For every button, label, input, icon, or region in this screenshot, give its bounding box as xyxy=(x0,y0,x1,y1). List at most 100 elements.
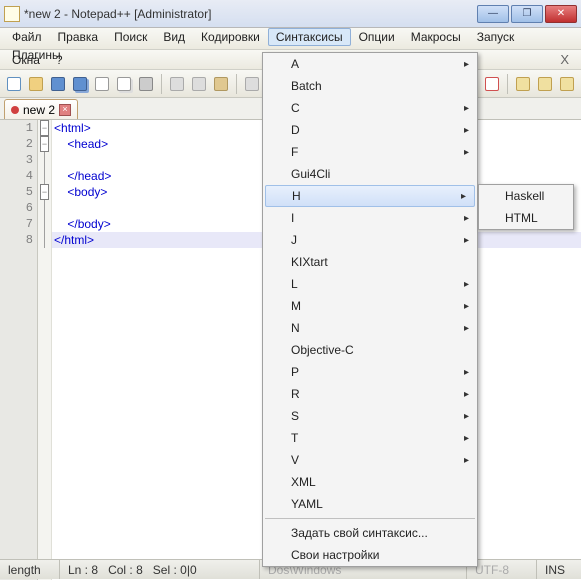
line-number: 7 xyxy=(0,216,37,232)
close-all-icon[interactable] xyxy=(114,74,134,94)
chevron-right-icon: ▸ xyxy=(464,103,469,114)
line-number: 4 xyxy=(0,168,37,184)
chevron-right-icon: ▸ xyxy=(464,367,469,378)
chevron-right-icon: ▸ xyxy=(464,59,469,70)
menu-windows[interactable]: Окна xyxy=(4,51,48,69)
minimize-button[interactable]: — xyxy=(477,5,509,23)
save-icon[interactable] xyxy=(48,74,68,94)
chevron-right-icon: ▸ xyxy=(464,411,469,422)
syntax-item-t[interactable]: T▸ xyxy=(263,427,477,449)
menu-view[interactable]: Вид xyxy=(155,28,193,46)
close-file-icon[interactable] xyxy=(92,74,112,94)
save-all-icon[interactable] xyxy=(70,74,90,94)
syntax-item-v[interactable]: V▸ xyxy=(263,449,477,471)
tab-close-icon[interactable]: × xyxy=(59,104,71,116)
line-number: 6 xyxy=(0,200,37,216)
menu-search[interactable]: Поиск xyxy=(106,28,155,46)
syntax-item-i[interactable]: I▸ xyxy=(263,207,477,229)
menubar: Файл Правка Поиск Вид Кодировки Синтакси… xyxy=(0,28,581,50)
undo-icon[interactable] xyxy=(242,74,262,94)
syntax-item-xml[interactable]: XML xyxy=(263,471,477,493)
syntax-dropdown: A▸ Batch C▸ D▸ F▸ Gui4Cli H▸ I▸ J▸ KIXta… xyxy=(262,52,478,567)
chevron-right-icon: ▸ xyxy=(464,235,469,246)
chevron-right-icon: ▸ xyxy=(464,147,469,158)
line-number-gutter: 1 2 3 4 5 6 7 8 xyxy=(0,120,38,580)
fold-line xyxy=(44,216,45,232)
cut-icon[interactable] xyxy=(167,74,187,94)
copy-icon[interactable] xyxy=(189,74,209,94)
menu-file[interactable]: Файл xyxy=(4,28,50,46)
syntax-item-l[interactable]: L▸ xyxy=(263,273,477,295)
syntax-item-r[interactable]: R▸ xyxy=(263,383,477,405)
syntax-h-submenu: Haskell HTML xyxy=(478,184,574,230)
menubar-close-x[interactable]: X xyxy=(552,52,577,67)
syntax-item-m[interactable]: M▸ xyxy=(263,295,477,317)
menu-options[interactable]: Опции xyxy=(351,28,403,46)
app-icon xyxy=(4,6,20,22)
syntax-item-yaml[interactable]: YAML xyxy=(263,493,477,515)
fold-line xyxy=(44,200,45,216)
window-title: *new 2 - Notepad++ [Administrator] xyxy=(24,7,477,21)
maximize-button[interactable]: ❐ xyxy=(511,5,543,23)
wordwrap-icon[interactable] xyxy=(513,74,533,94)
print-icon[interactable] xyxy=(136,74,156,94)
menu-edit[interactable]: Правка xyxy=(50,28,107,46)
syntax-item-kixtart[interactable]: KIXtart xyxy=(263,251,477,273)
syntax-item-settings[interactable]: Свои настройки xyxy=(263,544,477,566)
menu-macros[interactable]: Макросы xyxy=(403,28,469,46)
menu-separator xyxy=(265,518,475,519)
paste-icon[interactable] xyxy=(211,74,231,94)
status-position: Ln : 8 Col : 8 Sel : 0|0 xyxy=(60,560,260,579)
syntax-item-j[interactable]: J▸ xyxy=(263,229,477,251)
chevron-right-icon: ▸ xyxy=(464,455,469,466)
syntax-item-p[interactable]: P▸ xyxy=(263,361,477,383)
syntax-item-gui4cli[interactable]: Gui4Cli xyxy=(263,163,477,185)
toolbar-separator xyxy=(236,74,237,94)
menu-encoding[interactable]: Кодировки xyxy=(193,28,268,46)
line-number: 1 xyxy=(0,120,37,136)
unsaved-indicator-icon xyxy=(11,106,19,114)
chevron-right-icon: ▸ xyxy=(464,125,469,136)
line-number: 2 xyxy=(0,136,37,152)
menu-syntax[interactable]: Синтаксисы xyxy=(268,28,351,46)
tab-label: new 2 xyxy=(23,103,55,117)
show-all-icon[interactable] xyxy=(535,74,555,94)
syntax-item-objc[interactable]: Objective-C xyxy=(263,339,477,361)
open-file-icon[interactable] xyxy=(26,74,46,94)
toggle-icon[interactable] xyxy=(482,74,502,94)
fold-box-icon[interactable]: − xyxy=(40,120,49,136)
syntax-subitem-html[interactable]: HTML xyxy=(479,207,573,229)
syntax-item-f[interactable]: F▸ xyxy=(263,141,477,163)
close-button[interactable]: ✕ xyxy=(545,5,577,23)
syntax-item-n[interactable]: N▸ xyxy=(263,317,477,339)
fold-box-icon[interactable]: − xyxy=(40,184,49,200)
chevron-right-icon: ▸ xyxy=(464,323,469,334)
tab-new2[interactable]: new 2 × xyxy=(4,99,78,119)
fold-line xyxy=(44,152,45,168)
syntax-item-s[interactable]: S▸ xyxy=(263,405,477,427)
syntax-item-a[interactable]: A▸ xyxy=(263,53,477,75)
chevron-right-icon: ▸ xyxy=(464,389,469,400)
line-number: 3 xyxy=(0,152,37,168)
toolbar-separator xyxy=(161,74,162,94)
chevron-right-icon: ▸ xyxy=(464,213,469,224)
syntax-item-custom[interactable]: Задать свой синтаксис... xyxy=(263,522,477,544)
fold-line xyxy=(44,168,45,184)
fold-box-icon[interactable]: − xyxy=(40,136,49,152)
fold-column: − − − xyxy=(38,120,52,580)
new-file-icon[interactable] xyxy=(4,74,24,94)
indent-guide-icon[interactable] xyxy=(557,74,577,94)
syntax-item-h[interactable]: H▸ xyxy=(265,185,475,207)
window-titlebar: *new 2 - Notepad++ [Administrator] — ❐ ✕ xyxy=(0,0,581,28)
fold-line xyxy=(44,232,45,248)
syntax-subitem-haskell[interactable]: Haskell xyxy=(479,185,573,207)
syntax-item-d[interactable]: D▸ xyxy=(263,119,477,141)
status-length: length xyxy=(0,560,60,579)
syntax-item-batch[interactable]: Batch xyxy=(263,75,477,97)
chevron-right-icon: ▸ xyxy=(464,433,469,444)
menu-help[interactable]: ? xyxy=(48,51,71,69)
syntax-item-c[interactable]: C▸ xyxy=(263,97,477,119)
chevron-right-icon: ▸ xyxy=(464,301,469,312)
menu-run[interactable]: Запуск xyxy=(469,28,523,46)
window-buttons: — ❐ ✕ xyxy=(477,5,577,23)
